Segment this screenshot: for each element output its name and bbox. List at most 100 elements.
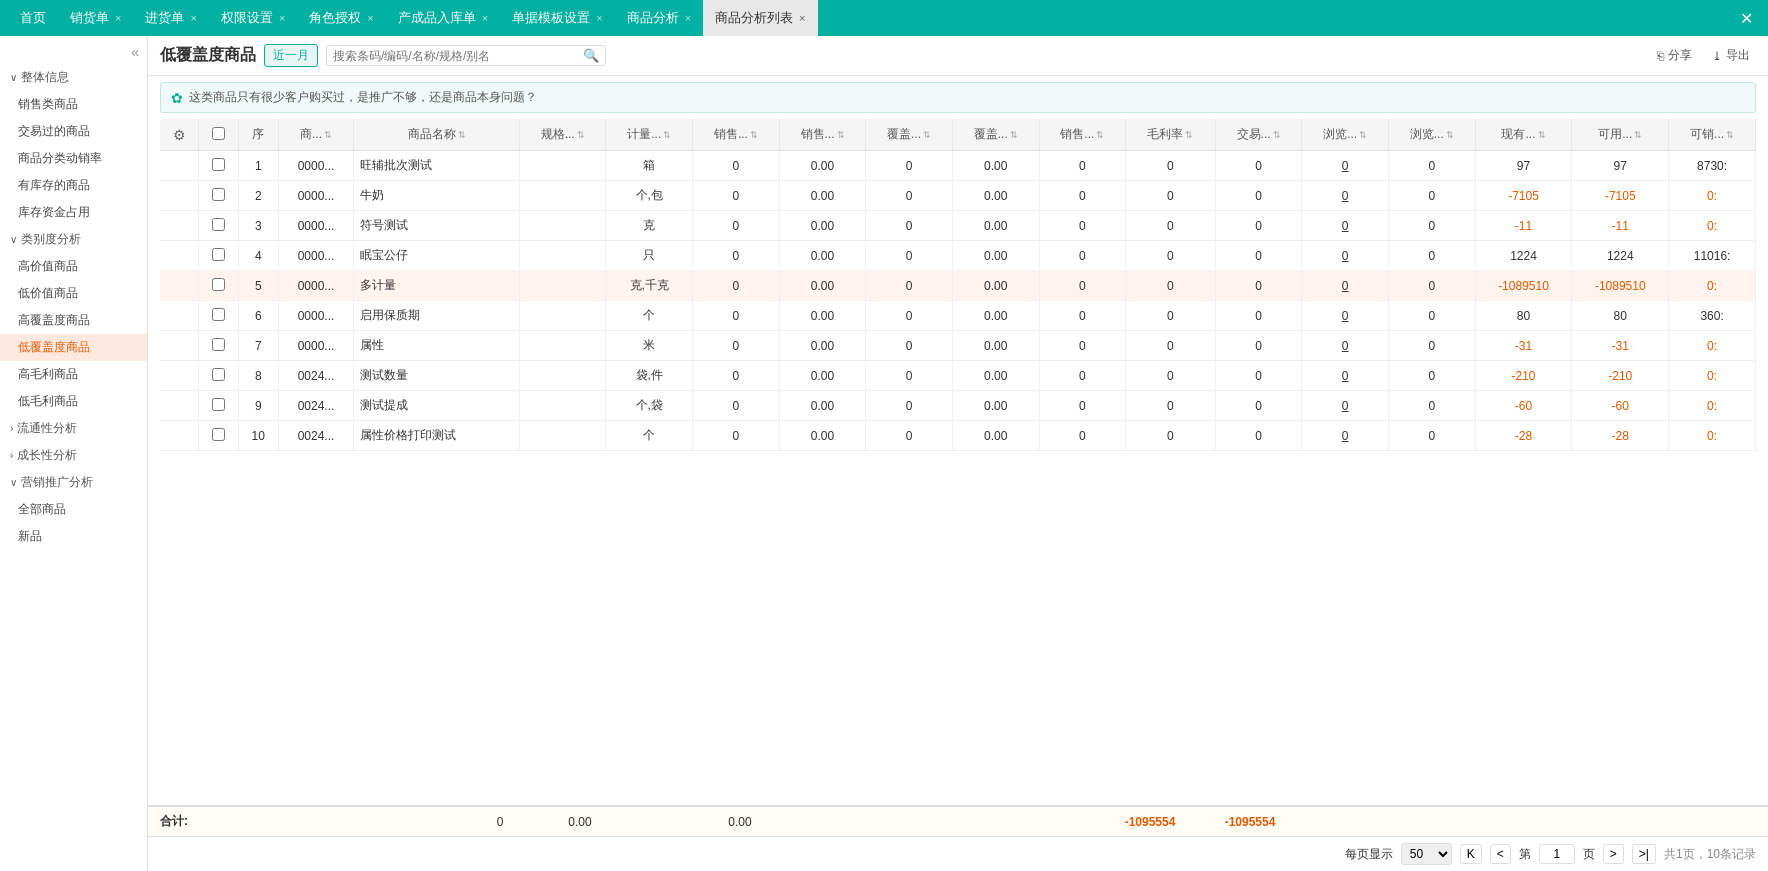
nav-tab-销货单[interactable]: 销货单× bbox=[58, 0, 133, 36]
nav-tab-close-icon[interactable]: × bbox=[115, 12, 121, 24]
column-header-name[interactable]: 商品名称⇅ bbox=[354, 119, 520, 151]
sidebar-item-全部商品[interactable]: 全部商品 bbox=[0, 496, 147, 523]
filter-period-button[interactable]: 近一月 bbox=[264, 44, 318, 67]
column-header-checkbox bbox=[199, 119, 239, 151]
row-checkbox[interactable] bbox=[212, 338, 225, 351]
window-close-button[interactable]: ✕ bbox=[1732, 4, 1760, 32]
search-box: 🔍 bbox=[326, 45, 606, 66]
sidebar-item-有库存的商品[interactable]: 有库存的商品 bbox=[0, 172, 147, 199]
total-available-stock: -1095554 bbox=[1200, 815, 1300, 829]
sidebar-section-流通性分析[interactable]: ›流通性分析 bbox=[0, 415, 147, 442]
table-row: 10000...旺辅批次测试箱00.0000.000000097978730: bbox=[160, 151, 1756, 181]
column-header-gear[interactable]: ⚙ bbox=[160, 119, 199, 151]
last-page-button[interactable]: >| bbox=[1632, 844, 1656, 864]
nav-tab-close-icon[interactable]: × bbox=[482, 12, 488, 24]
column-header-current-stock[interactable]: 现有...⇅ bbox=[1475, 119, 1572, 151]
page-unit: 页 bbox=[1583, 846, 1595, 863]
sidebar-item-销售类商品[interactable]: 销售类商品 bbox=[0, 91, 147, 118]
current-page-input[interactable] bbox=[1539, 844, 1575, 864]
sidebar-section-成长性分析[interactable]: ›成长性分析 bbox=[0, 442, 147, 469]
column-header-coverage1[interactable]: 覆盖...⇅ bbox=[866, 119, 953, 151]
sidebar-item-高覆盖度商品[interactable]: 高覆盖度商品 bbox=[0, 307, 147, 334]
column-header-sales-qty[interactable]: 销售...⇅ bbox=[693, 119, 780, 151]
sidebar-item-低覆盖度商品[interactable]: 低覆盖度商品 bbox=[0, 334, 147, 361]
nav-tab-产成品入库单[interactable]: 产成品入库单× bbox=[386, 0, 500, 36]
sidebar-section-类别度分析[interactable]: ∨类别度分析 bbox=[0, 226, 147, 253]
row-checkbox[interactable] bbox=[212, 188, 225, 201]
totals-bar: 合计: 0 0.00 0.00 -1095554 -1095554 bbox=[148, 805, 1768, 836]
row-checkbox[interactable] bbox=[212, 368, 225, 381]
row-checkbox[interactable] bbox=[212, 308, 225, 321]
column-header-spec[interactable]: 规格...⇅ bbox=[519, 119, 606, 151]
share-icon: ⎗ bbox=[1657, 49, 1664, 63]
top-navigation: 首页销货单×进货单×权限设置×角色授权×产成品入库单×单据模板设置×商品分析×商… bbox=[0, 0, 1768, 36]
nav-tab-权限设置[interactable]: 权限设置× bbox=[209, 0, 297, 36]
total-records-info: 共1页，10条记录 bbox=[1664, 846, 1756, 863]
chevron-icon: ∨ bbox=[10, 234, 17, 245]
row-checkbox[interactable] bbox=[212, 158, 225, 171]
row-checkbox[interactable] bbox=[212, 248, 225, 261]
data-table: ⚙ 序 商...⇅ 商品名称⇅ 规格...⇅ 计量...⇅ 销售...⇅ 销售.… bbox=[160, 119, 1756, 451]
prev-page-button[interactable]: < bbox=[1490, 844, 1511, 864]
row-checkbox[interactable] bbox=[212, 428, 225, 441]
sidebar-item-库存资金占用[interactable]: 库存资金占用 bbox=[0, 199, 147, 226]
column-header-saleable[interactable]: 可销...⇅ bbox=[1669, 119, 1756, 151]
column-header-unit[interactable]: 计量...⇅ bbox=[606, 119, 693, 151]
table-row: 70000...属性米00.0000.0000000-31-310: bbox=[160, 331, 1756, 361]
nav-tab-close-icon[interactable]: × bbox=[685, 12, 691, 24]
table-row: 80024...测试数量袋,件00.0000.0000000-210-2100: bbox=[160, 361, 1756, 391]
sidebar-item-低价值商品[interactable]: 低价值商品 bbox=[0, 280, 147, 307]
sidebar-item-商品分类动销率[interactable]: 商品分类动销率 bbox=[0, 145, 147, 172]
sidebar-section-整体信息[interactable]: ∨整体信息 bbox=[0, 64, 147, 91]
nav-tab-close-icon[interactable]: × bbox=[190, 12, 196, 24]
search-input[interactable] bbox=[333, 49, 583, 63]
share-button[interactable]: ⎗ 分享 bbox=[1651, 44, 1698, 67]
nav-tab-商品分析[interactable]: 商品分析× bbox=[615, 0, 703, 36]
column-header-sales-amount[interactable]: 销售...⇅ bbox=[779, 119, 866, 151]
table-row: 90024...测试提成个,袋00.0000.0000000-60-600: bbox=[160, 391, 1756, 421]
column-header-coverage2[interactable]: 覆盖...⇅ bbox=[952, 119, 1039, 151]
table-container: ⚙ 序 商...⇅ 商品名称⇅ 规格...⇅ 计量...⇅ 销售...⇅ 销售.… bbox=[148, 119, 1768, 805]
page-label: 第 bbox=[1519, 846, 1531, 863]
export-button[interactable]: ⤓ 导出 bbox=[1706, 44, 1756, 67]
sidebar-item-新品[interactable]: 新品 bbox=[0, 523, 147, 550]
column-header-gross-margin[interactable]: 毛利率⇅ bbox=[1126, 119, 1216, 151]
total-coverage2: 0.00 bbox=[700, 815, 780, 829]
nav-tab-close-icon[interactable]: × bbox=[367, 12, 373, 24]
row-checkbox[interactable] bbox=[212, 218, 225, 231]
gear-settings-icon[interactable]: ⚙ bbox=[173, 127, 186, 143]
column-header-code[interactable]: 商...⇅ bbox=[278, 119, 354, 151]
chevron-icon: › bbox=[10, 423, 13, 434]
nav-tab-单据模板设置[interactable]: 单据模板设置× bbox=[500, 0, 614, 36]
nav-tab-商品分析列表[interactable]: 商品分析列表× bbox=[703, 0, 817, 36]
info-icon: ✿ bbox=[171, 90, 183, 106]
nav-tab-角色授权[interactable]: 角色授权× bbox=[297, 0, 385, 36]
column-header-browse1[interactable]: 浏览...⇅ bbox=[1302, 119, 1389, 151]
column-header-browse2[interactable]: 浏览...⇅ bbox=[1388, 119, 1475, 151]
column-header-sales3[interactable]: 销售...⇅ bbox=[1039, 119, 1126, 151]
sidebar-item-高毛利商品[interactable]: 高毛利商品 bbox=[0, 361, 147, 388]
total-sales-qty: 0 bbox=[460, 815, 540, 829]
nav-tab-首页[interactable]: 首页 bbox=[8, 0, 58, 36]
next-page-button[interactable]: > bbox=[1603, 844, 1624, 864]
sidebar-item-低毛利商品[interactable]: 低毛利商品 bbox=[0, 388, 147, 415]
nav-tab-close-icon[interactable]: × bbox=[279, 12, 285, 24]
column-header-transaction[interactable]: 交易...⇅ bbox=[1215, 119, 1302, 151]
nav-tab-close-icon[interactable]: × bbox=[596, 12, 602, 24]
nav-tab-进货单[interactable]: 进货单× bbox=[133, 0, 208, 36]
sidebar-section-营销推广分析[interactable]: ∨营销推广分析 bbox=[0, 469, 147, 496]
row-checkbox[interactable] bbox=[212, 398, 225, 411]
sidebar-item-高价值商品[interactable]: 高价值商品 bbox=[0, 253, 147, 280]
search-icon: 🔍 bbox=[583, 48, 599, 63]
row-checkbox[interactable] bbox=[212, 278, 225, 291]
select-all-checkbox[interactable] bbox=[212, 127, 225, 140]
nav-tab-close-icon[interactable]: × bbox=[799, 12, 805, 24]
export-icon: ⤓ bbox=[1712, 49, 1722, 63]
sidebar-item-交易过的商品[interactable]: 交易过的商品 bbox=[0, 118, 147, 145]
sidebar-collapse-button[interactable]: « bbox=[0, 40, 147, 64]
column-header-available-stock[interactable]: 可用...⇅ bbox=[1572, 119, 1669, 151]
table-row: 30000...符号测试克00.0000.0000000-11-110: bbox=[160, 211, 1756, 241]
table-row: 20000...牛奶个,包00.0000.0000000-7105-71050: bbox=[160, 181, 1756, 211]
page-size-select[interactable]: 50 100 200 bbox=[1401, 843, 1452, 865]
first-page-button[interactable]: K bbox=[1460, 844, 1482, 864]
